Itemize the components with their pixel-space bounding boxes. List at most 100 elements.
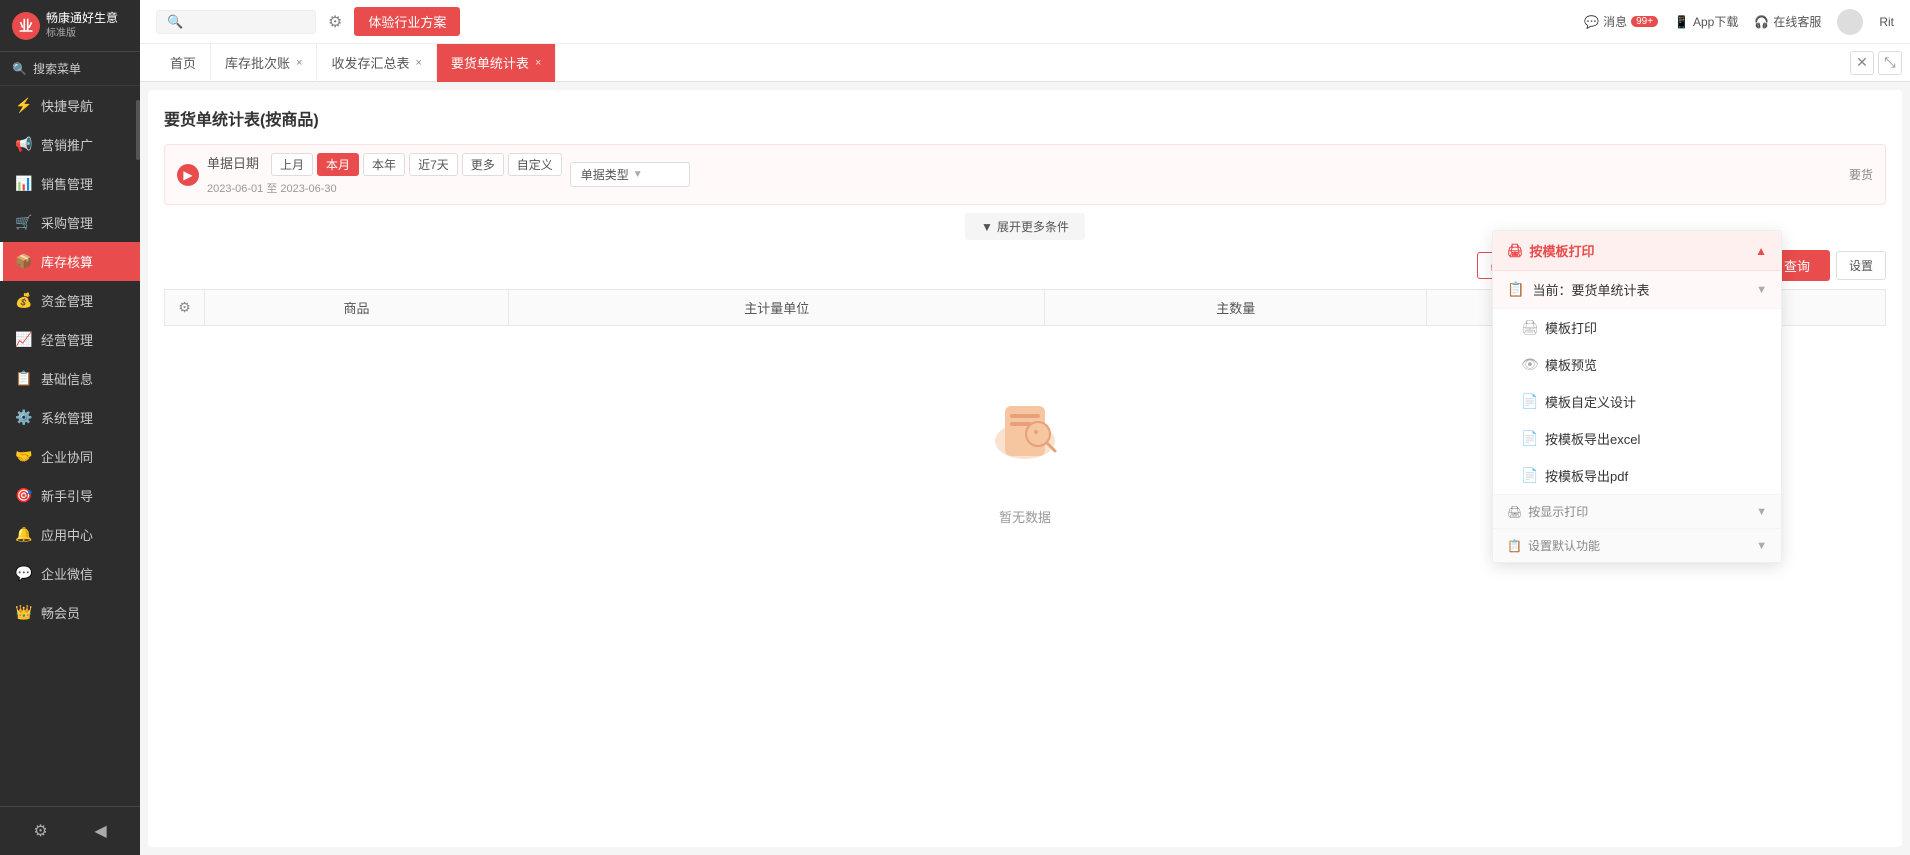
search-input[interactable]	[187, 15, 317, 29]
sidebar-item-label: 应用中心	[41, 525, 93, 544]
sidebar-item-label: 资金管理	[41, 291, 93, 310]
sidebar-item-label: 新手引导	[41, 486, 93, 505]
user-avatar[interactable]	[1837, 9, 1863, 35]
sidebar-item-label: 库存核算	[41, 252, 93, 271]
tab-label: 首页	[170, 53, 196, 72]
table-settings-icon[interactable]: ⚙	[178, 299, 191, 315]
customer-service-item[interactable]: 🎧 在线客服	[1754, 13, 1821, 30]
finance-icon: 💰	[15, 292, 33, 310]
weixin-icon: 💬	[15, 565, 33, 583]
purchase-icon: 🛒	[15, 214, 33, 232]
table-col-unit: 主计量单位	[509, 290, 1045, 326]
inventory-icon: 📦	[15, 253, 33, 271]
export-excel-icon: 📄	[1521, 430, 1537, 447]
set-default-label: 设置默认功能	[1528, 537, 1600, 554]
top-bar-search[interactable]: 🔍	[156, 10, 316, 34]
template-design-icon: 📄	[1521, 393, 1537, 410]
tab-label: 收发存汇总表	[331, 53, 409, 72]
export-excel-item[interactable]: 📄 按模板导出excel	[1493, 420, 1781, 457]
sidebar-item-system[interactable]: ⚙️ 系统管理	[0, 398, 140, 437]
template-design-label: 模板自定义设计	[1545, 392, 1636, 411]
filter-expand-button[interactable]: ▶	[177, 164, 199, 186]
filter-right: 要货	[1849, 166, 1873, 183]
current-template-label: 当前：要货单统计表	[1532, 280, 1649, 299]
tab-batch-accounts[interactable]: 库存批次账 ×	[211, 44, 317, 82]
settings-button[interactable]: 设置	[1836, 251, 1886, 280]
sidebar-item-marketing[interactable]: 📢 营销推广	[0, 125, 140, 164]
appstore-icon: 🔔	[15, 526, 33, 544]
tab-home[interactable]: 首页	[156, 44, 211, 82]
operations-icon: 📈	[15, 331, 33, 349]
current-template-item[interactable]: 📋 当前：要货单统计表 ▼	[1493, 271, 1781, 308]
sidebar-item-sales[interactable]: 📊 销售管理	[0, 164, 140, 203]
template-design-item[interactable]: 📄 模板自定义设计	[1493, 383, 1781, 420]
expand-more-button[interactable]: ▼ 展开更多条件	[965, 213, 1085, 240]
close-tab-icon[interactable]: ×	[296, 57, 302, 69]
sidebar-item-purchase[interactable]: 🛒 采购管理	[0, 203, 140, 242]
print-dropdown-close-icon[interactable]: ▲	[1755, 244, 1767, 258]
template-print-label: 模板打印	[1545, 318, 1597, 337]
sidebar-item-basic[interactable]: 📋 基础信息	[0, 359, 140, 398]
sidebar-scrollbar[interactable]	[136, 80, 140, 815]
print-dropdown-header: 🖨 按模板打印 ▲	[1493, 231, 1781, 271]
sidebar-item-shortcut[interactable]: ⚡ 快捷导航	[0, 86, 140, 125]
gear-icon[interactable]: ⚙	[324, 8, 346, 36]
print-dropdown: 🖨 按模板打印 ▲ 📋 当前：要货单统计表 ▼ 🖨	[1492, 230, 1782, 563]
sidebar-item-label: 系统管理	[41, 408, 93, 427]
display-print-icon: 🖨	[1507, 505, 1522, 519]
notification-icon: 💬	[1584, 15, 1599, 29]
template-preview-label: 模板预览	[1545, 355, 1597, 374]
tab-receipts-summary[interactable]: 收发存汇总表 ×	[317, 44, 436, 82]
settings-icon[interactable]: ⚙	[29, 817, 51, 845]
expand-more-label: 展开更多条件	[997, 218, 1069, 235]
export-pdf-item[interactable]: 📄 按模板导出pdf	[1493, 457, 1781, 494]
sidebar-item-enterprise[interactable]: 🤝 企业协同	[0, 437, 140, 476]
date-btn-this-month[interactable]: 本月	[317, 153, 359, 176]
notification-item[interactable]: 💬 消息 99+	[1584, 13, 1658, 30]
doc-type-filter[interactable]: 单据类型 ▼	[570, 162, 690, 187]
sidebar: 业 畅康通好生意 标准版 🔍 搜索菜单 ⚡ 快捷导航 📢 营销推广 📊 销售管理…	[0, 0, 140, 855]
close-tab-icon[interactable]: ×	[535, 57, 541, 69]
date-btn-this-year[interactable]: 本年	[363, 153, 405, 176]
table-settings-col[interactable]: ⚙	[165, 290, 205, 326]
date-btn-more[interactable]: 更多	[462, 153, 504, 176]
sidebar-item-operations[interactable]: 📈 经营管理	[0, 320, 140, 359]
current-template-icon: 📋	[1507, 281, 1524, 298]
date-btn-last-month[interactable]: 上月	[271, 153, 313, 176]
expand-more-icon: ▼	[981, 220, 993, 234]
sidebar-search[interactable]: 🔍 搜索菜单	[0, 52, 140, 86]
print-title-label: 按模板打印	[1530, 241, 1595, 260]
enterprise-icon: 🤝	[15, 448, 33, 466]
sidebar-item-label: 企业微信	[41, 564, 93, 583]
date-filter-buttons: 上月 本月 本年 近7天 更多 自定义	[271, 153, 562, 176]
sidebar-item-weixin[interactable]: 💬 企业微信	[0, 554, 140, 593]
sidebar-item-label: 销售管理	[41, 174, 93, 193]
display-print-item[interactable]: 🖨 按显示打印 ▼	[1493, 495, 1781, 528]
date-btn-custom[interactable]: 自定义	[508, 153, 562, 176]
empty-text: 暂无数据	[999, 507, 1051, 526]
sidebar-item-label: 基础信息	[41, 369, 93, 388]
sidebar-item-inventory[interactable]: 📦 库存核算	[0, 242, 140, 281]
sidebar-item-finance[interactable]: 💰 资金管理	[0, 281, 140, 320]
date-btn-7days[interactable]: 近7天	[409, 153, 458, 176]
set-default-item[interactable]: 📋 设置默认功能 ▼	[1493, 529, 1781, 562]
collapse-icon[interactable]: ◀	[90, 817, 110, 845]
app-download-item[interactable]: 📱 App下载	[1674, 13, 1738, 30]
marketing-icon: 📢	[15, 136, 33, 154]
template-preview-item[interactable]: 👁 模板预览	[1493, 346, 1781, 383]
tab-order-stats[interactable]: 要货单统计表 ×	[437, 44, 556, 82]
sidebar-item-member[interactable]: 👑 畅会员	[0, 593, 140, 632]
close-window-button[interactable]: ✕	[1850, 51, 1874, 75]
close-tab-icon[interactable]: ×	[415, 57, 421, 69]
trial-button[interactable]: 体验行业方案	[354, 7, 460, 36]
tab-bar-actions: ✕ ⤡	[1842, 44, 1910, 82]
sidebar-item-label: 企业协同	[41, 447, 93, 466]
date-filter-group: 单据日期 上月 本月 本年 近7天 更多 自定义 2023-06-01 至 20…	[207, 153, 562, 196]
template-print-item[interactable]: 🖨 模板打印	[1493, 309, 1781, 346]
app-version: 标准版	[46, 27, 118, 40]
sidebar-item-newbie[interactable]: 🎯 新手引导	[0, 476, 140, 515]
sidebar-item-appstore[interactable]: 🔔 应用中心	[0, 515, 140, 554]
app-download-label: App下载	[1693, 13, 1738, 30]
search-label: 搜索菜单	[33, 60, 81, 77]
maximize-button[interactable]: ⤡	[1878, 51, 1902, 75]
